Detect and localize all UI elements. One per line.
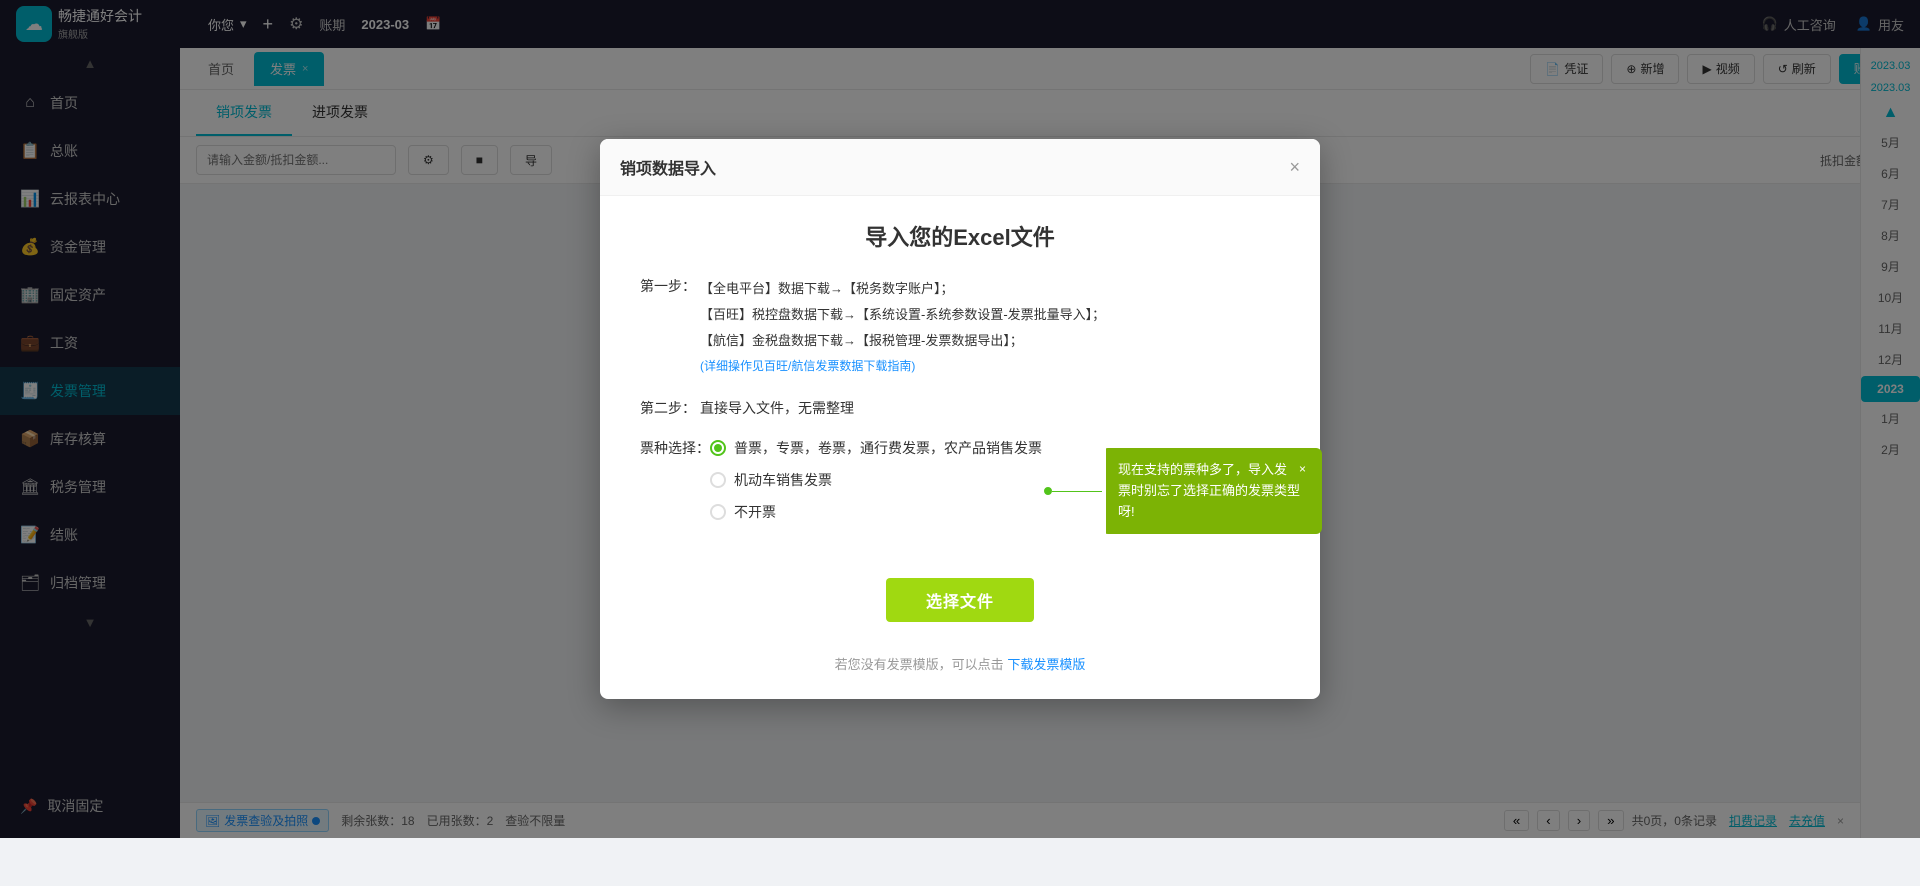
radio-motor[interactable] bbox=[710, 472, 726, 488]
radio-option-motor[interactable]: 机动车销售发票 bbox=[710, 470, 1042, 490]
modal-close-btn[interactable]: × bbox=[1289, 157, 1300, 178]
modal-main-title: 导入您的Excel文件 bbox=[640, 220, 1280, 252]
radio-motor-label: 机动车销售发票 bbox=[734, 470, 832, 490]
import-modal: 销项数据导入 × 导入您的Excel文件 第一步： 【全电平台】数据下载→【税务… bbox=[600, 139, 1320, 699]
modal-header: 销项数据导入 × bbox=[600, 139, 1320, 196]
step2-block: 第二步： 直接导入文件，无需整理 bbox=[640, 398, 1280, 418]
radio-option-normal[interactable]: 普票，专票，卷票，通行费发票，农产品销售发票 × | 现在支持的票种多了，导入发… bbox=[710, 438, 1042, 458]
ticket-choice-block: 票种选择： 普票，专票，卷票，通行费发票，农产品销售发票 bbox=[640, 438, 1280, 534]
tooltip-bubble: × | 现在支持的票种多了，导入发票时别忘了选择正确的发票类型呀! bbox=[1102, 448, 1322, 534]
step1-line1: 【全电平台】数据下载→【税务数字账户】； bbox=[700, 276, 1105, 302]
radio-dot-normal bbox=[714, 444, 722, 452]
download-template-link[interactable]: 下载发票模版 bbox=[1007, 657, 1085, 672]
step1-link[interactable]: (详细操作见百旺/航信发票数据下载指南) bbox=[700, 359, 915, 373]
radio-no-invoice-label: 不开票 bbox=[734, 502, 776, 522]
upload-row: 选择文件 bbox=[640, 554, 1280, 646]
tooltip-connector: × | 现在支持的票种多了，导入发票时别忘了选择正确的发票类型呀! bbox=[1044, 448, 1322, 534]
step1-block: 第一步： 【全电平台】数据下载→【税务数字账户】； 【百旺】税控盘数据下载→【系… bbox=[640, 276, 1280, 378]
step1-label: 第一步： bbox=[640, 276, 700, 296]
step1-line2: 【百旺】税控盘数据下载→【系统设置-系统参数设置-发票批量导入】； bbox=[700, 302, 1105, 328]
footer-text: 若您没有发票模版，可以点击 bbox=[835, 657, 1004, 672]
tooltip-close-btn[interactable]: × bbox=[1299, 460, 1306, 479]
step2-text: 直接导入文件，无需整理 bbox=[700, 398, 854, 418]
select-file-btn[interactable]: 选择文件 bbox=[886, 578, 1034, 622]
radio-option-no-invoice[interactable]: 不开票 bbox=[710, 502, 1042, 522]
modal-title: 销项数据导入 bbox=[620, 155, 716, 179]
radio-normal[interactable] bbox=[710, 440, 726, 456]
step2-label: 第二步： bbox=[640, 398, 700, 418]
ticket-choice-label: 票种选择： bbox=[640, 438, 710, 458]
modal-footer: 若您没有发票模版，可以点击 下载发票模版 bbox=[640, 654, 1280, 673]
radio-normal-label: 普票，专票，卷票，通行费发票，农产品销售发票 bbox=[734, 438, 1042, 458]
modal-body: 导入您的Excel文件 第一步： 【全电平台】数据下载→【税务数字账户】； 【百… bbox=[600, 196, 1320, 699]
tooltip-text: 现在支持的票种多了，导入发票时别忘了选择正确的发票类型呀! bbox=[1118, 462, 1300, 519]
radio-no-invoice[interactable] bbox=[710, 504, 726, 520]
step1-line3: 【航信】金税盘数据下载→【报税管理-发票数据导出】； bbox=[700, 328, 1105, 354]
